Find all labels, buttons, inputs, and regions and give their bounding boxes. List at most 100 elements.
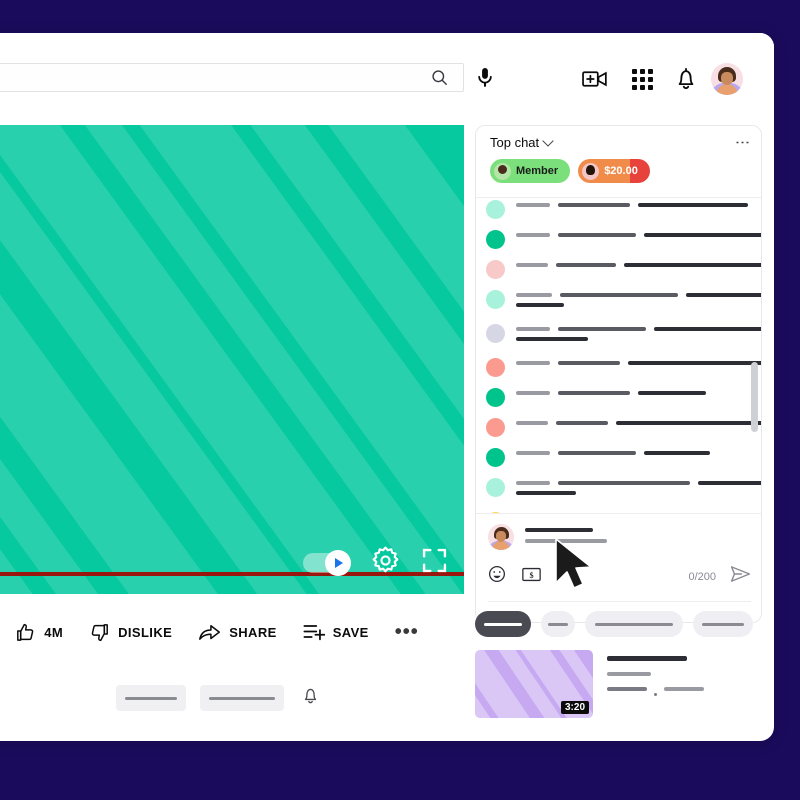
- send-arrow-icon[interactable]: [730, 565, 751, 588]
- like-count: 4M: [44, 624, 64, 640]
- avatar-body: [492, 541, 510, 550]
- create-video-icon[interactable]: [582, 69, 608, 94]
- more-options-button[interactable]: •••: [395, 622, 419, 642]
- chat-author-avatar[interactable]: [486, 418, 505, 437]
- save-button[interactable]: SAVE: [303, 622, 369, 642]
- recommended-video-thumbnail[interactable]: 3:20: [475, 650, 593, 718]
- autoplay-toggle[interactable]: [303, 550, 351, 576]
- notification-bell-icon[interactable]: [302, 686, 319, 710]
- chat-username-placeholder: [558, 361, 620, 365]
- chat-message-body: [516, 258, 761, 273]
- account-avatar[interactable]: [711, 63, 743, 95]
- chat-mode-selector[interactable]: Top chat: [490, 135, 539, 150]
- chat-author-avatar[interactable]: [486, 358, 505, 377]
- chat-message-body: [516, 476, 761, 501]
- chat-username-placeholder: [556, 263, 616, 267]
- dollar-bill-icon[interactable]: $: [522, 567, 541, 587]
- chat-message[interactable]: [476, 322, 761, 347]
- chat-author-avatar[interactable]: [486, 478, 505, 497]
- chat-message[interactable]: [476, 446, 761, 467]
- composer-line: [525, 539, 607, 543]
- dislike-button[interactable]: DISLIKE: [89, 622, 172, 643]
- filter-chip-label-placeholder: [702, 622, 744, 626]
- chat-message-line: [516, 337, 761, 341]
- video-player[interactable]: [0, 125, 464, 594]
- filter-chip[interactable]: [541, 611, 575, 637]
- chat-message-line: [516, 233, 761, 237]
- chat-username-placeholder: [558, 391, 630, 395]
- chat-author-avatar[interactable]: [486, 448, 505, 467]
- chat-text-placeholder: [516, 303, 564, 307]
- chat-username-placeholder: [558, 481, 690, 485]
- placeholder-pill[interactable]: [199, 685, 284, 711]
- notifications-bell-icon[interactable]: [675, 67, 697, 96]
- chat-message[interactable]: [476, 258, 761, 279]
- chat-text-placeholder: [638, 203, 748, 207]
- chat-message-line: [516, 327, 761, 331]
- search-input[interactable]: [0, 64, 401, 91]
- chat-message-body: [516, 288, 761, 313]
- chat-message[interactable]: [476, 386, 761, 407]
- chat-message-body: [516, 386, 751, 401]
- chat-author-avatar[interactable]: [486, 324, 505, 343]
- chat-scrollbar[interactable]: [751, 362, 758, 432]
- chat-message[interactable]: [476, 476, 761, 501]
- recommended-video-item[interactable]: 3:20: [475, 650, 704, 718]
- chat-author-avatar[interactable]: [486, 230, 505, 249]
- placeholder-bar: [124, 696, 177, 700]
- filter-chip[interactable]: [693, 611, 753, 637]
- share-button[interactable]: SHARE: [198, 622, 277, 643]
- superchat-badge-avatar: [582, 162, 600, 180]
- chat-timestamp-placeholder: [516, 421, 548, 425]
- apps-grid-icon[interactable]: [632, 69, 653, 95]
- chat-message-line: [516, 451, 751, 455]
- emoji-smiley-icon[interactable]: [488, 565, 506, 588]
- chat-message-input[interactable]: [525, 524, 607, 543]
- chat-message-line: [516, 491, 761, 495]
- member-badge[interactable]: Member: [490, 159, 571, 183]
- like-button[interactable]: 4M: [15, 622, 63, 643]
- share-label: SHARE: [229, 624, 277, 640]
- chat-text-placeholder: [516, 337, 588, 341]
- chevron-down-icon[interactable]: [542, 135, 554, 147]
- video-meta-placeholder: [664, 687, 704, 691]
- chat-author-avatar[interactable]: [486, 260, 505, 279]
- video-title-placeholder: [607, 656, 687, 661]
- chat-message[interactable]: [476, 288, 761, 313]
- chat-author-avatar[interactable]: [486, 290, 505, 309]
- chat-timestamp-placeholder: [516, 263, 548, 267]
- chat-message[interactable]: [476, 228, 761, 249]
- chat-message-body: [516, 198, 751, 213]
- chat-message[interactable]: [476, 416, 761, 437]
- chat-message-body: [516, 446, 751, 461]
- chat-timestamp-placeholder: [516, 451, 550, 455]
- chat-overflow-menu-icon[interactable]: ⋮: [734, 135, 751, 150]
- chat-message-body: [516, 416, 761, 431]
- browser-card: 4M DISLIKE SHARE SAVE ••• Top chat ⋮ Mem…: [0, 33, 774, 741]
- search-icon[interactable]: [430, 68, 449, 92]
- chat-message[interactable]: [476, 198, 761, 219]
- chat-message[interactable]: [476, 356, 761, 377]
- chat-message-line: [516, 391, 751, 395]
- chat-message-body: [516, 228, 761, 243]
- microphone-icon[interactable]: [475, 67, 495, 94]
- fullscreen-icon[interactable]: [422, 548, 447, 578]
- filter-chip-active[interactable]: [475, 611, 531, 637]
- meta-separator-dot: [654, 693, 657, 696]
- placeholder-pill[interactable]: [115, 685, 186, 711]
- filter-chip[interactable]: [585, 611, 683, 637]
- recommendation-filter-chips: [475, 611, 753, 637]
- dislike-label: DISLIKE: [118, 624, 173, 640]
- chat-text-placeholder: [644, 451, 710, 455]
- chat-author-avatar[interactable]: [486, 388, 505, 407]
- chat-message-list[interactable]: [476, 198, 761, 515]
- avatar-face: [721, 72, 733, 85]
- member-badge-avatar: [494, 162, 511, 180]
- search-box[interactable]: [0, 63, 464, 92]
- settings-gear-icon[interactable]: [371, 546, 400, 580]
- chat-author-avatar[interactable]: [486, 200, 505, 219]
- superchat-badge[interactable]: $20.00: [578, 159, 650, 183]
- player-controls: [303, 546, 447, 580]
- app-header: [0, 33, 774, 119]
- video-channel-placeholder: [607, 672, 651, 676]
